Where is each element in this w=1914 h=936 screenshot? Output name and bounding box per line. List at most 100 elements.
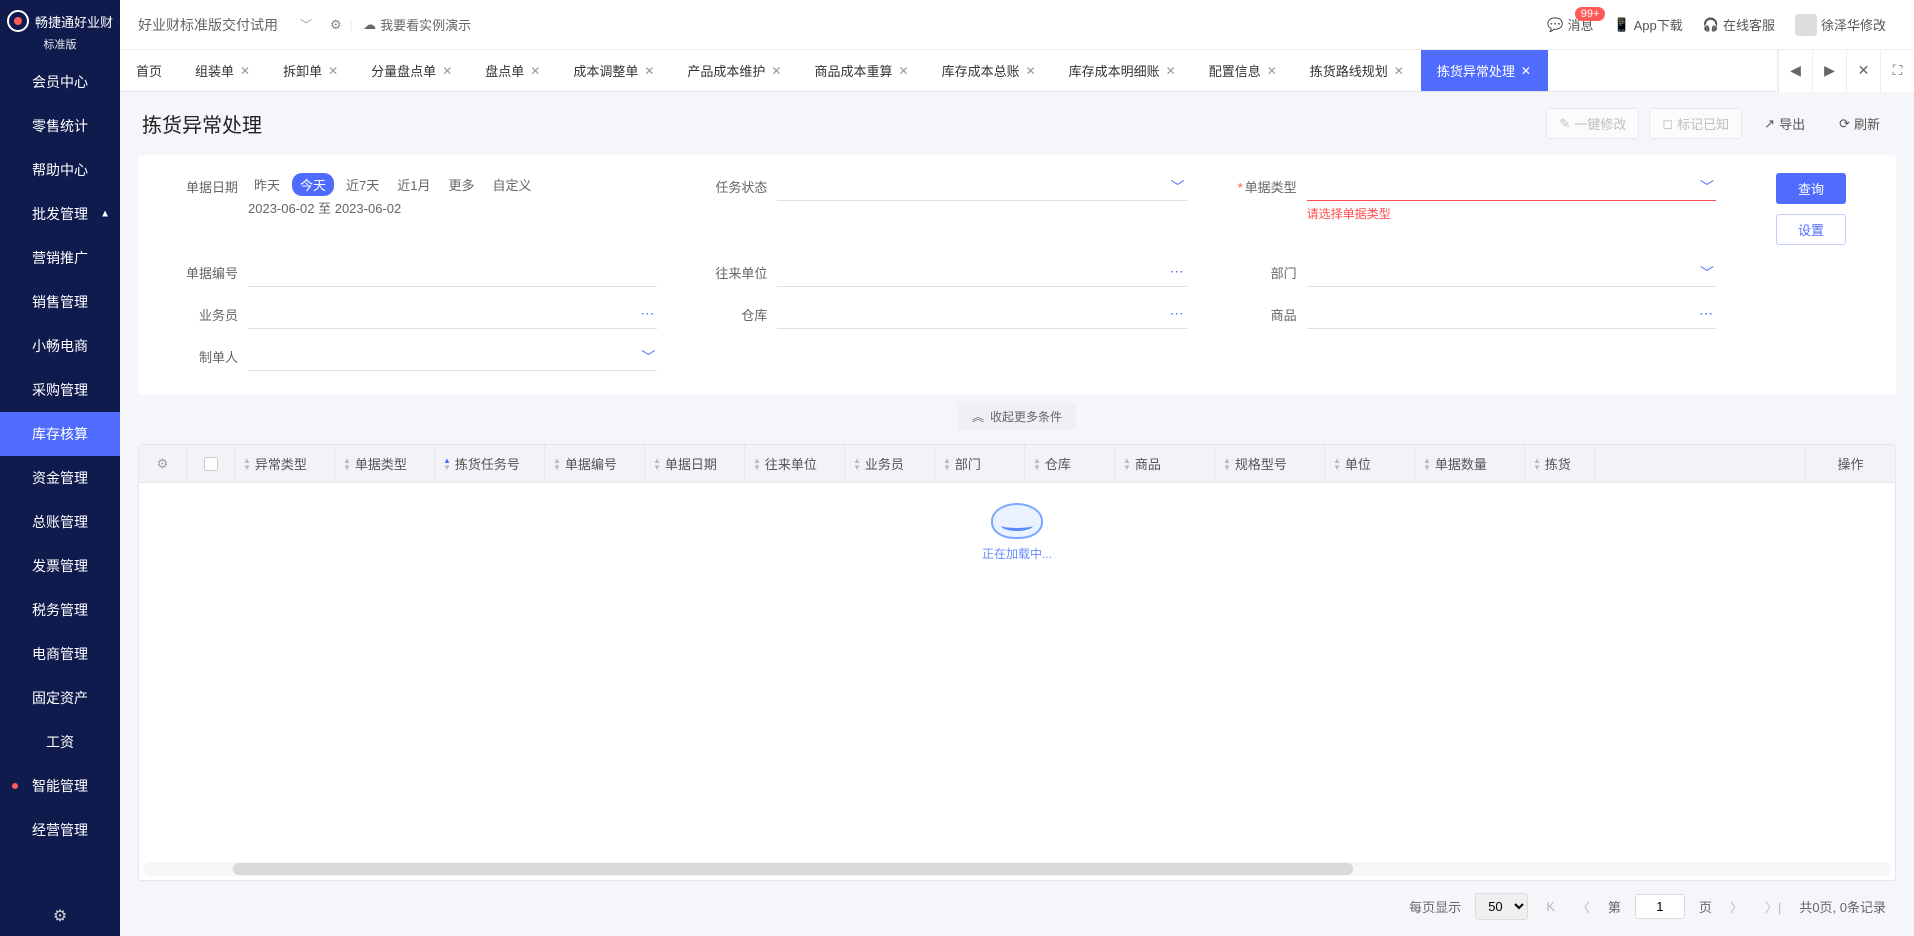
sidebar-item-8[interactable]: 库存核算: [0, 412, 120, 456]
partner-input[interactable]: [777, 259, 1186, 287]
setting-button[interactable]: 设置: [1776, 214, 1846, 245]
sidebar-item-10[interactable]: 总账管理: [0, 500, 120, 544]
user-menu[interactable]: 徐泽华修改: [1795, 14, 1886, 36]
column-header-2[interactable]: ▲▼拣货任务号: [435, 445, 545, 482]
tab-9[interactable]: 库存成本明细账✕: [1053, 50, 1193, 91]
messages[interactable]: 💬 消息 99+: [1547, 15, 1593, 34]
tab-4[interactable]: 盘点单✕: [469, 50, 557, 91]
date-option-5[interactable]: 自定义: [487, 173, 538, 196]
dept-select[interactable]: [1307, 259, 1716, 287]
page-prev[interactable]: 〈: [1573, 897, 1594, 916]
close-icon[interactable]: ✕: [1394, 64, 1404, 78]
close-icon[interactable]: ✕: [442, 64, 452, 78]
refresh-button[interactable]: ⟳刷新: [1827, 109, 1892, 138]
date-option-1[interactable]: 今天: [292, 173, 334, 196]
column-header-11[interactable]: ▲▼单位: [1325, 445, 1415, 482]
sidebar-settings[interactable]: ⚙: [0, 896, 120, 936]
tab-2[interactable]: 拆卸单✕: [267, 50, 355, 91]
page-first[interactable]: K: [1542, 899, 1559, 914]
creator-select[interactable]: [248, 343, 657, 371]
tab-5[interactable]: 成本调整单✕: [557, 50, 671, 91]
tabs-prev[interactable]: ◀: [1778, 50, 1812, 92]
sidebar-item-0[interactable]: 会员中心: [0, 60, 120, 104]
table-settings-icon[interactable]: ⚙: [139, 445, 187, 482]
doctype-select[interactable]: [1307, 173, 1716, 201]
batch-edit-button[interactable]: ✎一键修改: [1546, 108, 1639, 139]
tab-7[interactable]: 商品成本重算✕: [798, 50, 925, 91]
sidebar-item-6[interactable]: 小畅电商: [0, 324, 120, 368]
close-icon[interactable]: ✕: [240, 64, 250, 78]
tab-10[interactable]: 配置信息✕: [1193, 50, 1294, 91]
page-last[interactable]: 〉|: [1761, 897, 1785, 916]
date-option-2[interactable]: 近7天: [340, 173, 385, 196]
tab-6[interactable]: 产品成本维护✕: [671, 50, 798, 91]
close-icon[interactable]: ✕: [530, 64, 540, 78]
warehouse-input[interactable]: [777, 301, 1186, 329]
tabs-fullscreen[interactable]: ⛶: [1880, 50, 1914, 92]
column-header-7[interactable]: ▲▼部门: [935, 445, 1025, 482]
date-option-4[interactable]: 更多: [443, 173, 481, 196]
sidebar-item-11[interactable]: 发票管理: [0, 544, 120, 588]
column-header-3[interactable]: ▲▼单据编号: [545, 445, 645, 482]
tab-0[interactable]: 首页: [120, 50, 179, 91]
sidebar-item-13[interactable]: 电商管理: [0, 632, 120, 676]
sidebar-item-16[interactable]: 智能管理: [0, 764, 120, 808]
mark-known-button[interactable]: ◻标记已知: [1649, 108, 1742, 139]
operator-input[interactable]: [248, 301, 657, 329]
column-header-6[interactable]: ▲▼业务员: [845, 445, 935, 482]
close-icon[interactable]: ✕: [1521, 64, 1531, 78]
chevron-down-icon[interactable]: ﹀: [300, 16, 312, 33]
column-header-1[interactable]: ▲▼单据类型: [335, 445, 435, 482]
column-header-13[interactable]: ▲▼拣货: [1525, 445, 1595, 482]
column-header-4[interactable]: ▲▼单据日期: [645, 445, 745, 482]
sidebar-item-1[interactable]: 零售统计: [0, 104, 120, 148]
close-icon[interactable]: ✕: [1026, 64, 1036, 78]
sidebar-item-14[interactable]: 固定资产: [0, 676, 120, 720]
page-input[interactable]: [1635, 894, 1685, 919]
sidebar-item-17[interactable]: 经营管理: [0, 808, 120, 852]
close-icon[interactable]: ✕: [644, 64, 654, 78]
tabs-close-all[interactable]: ✕: [1846, 50, 1880, 92]
column-header-5[interactable]: ▲▼往来单位: [745, 445, 845, 482]
tab-12[interactable]: 拣货异常处理✕: [1421, 50, 1548, 91]
export-button[interactable]: ↗导出: [1752, 109, 1817, 138]
sidebar-item-2[interactable]: 帮助中心: [0, 148, 120, 192]
column-header-10[interactable]: ▲▼规格型号: [1215, 445, 1325, 482]
tab-8[interactable]: 库存成本总账✕: [926, 50, 1053, 91]
date-option-3[interactable]: 近1月: [391, 173, 436, 196]
query-button[interactable]: 查询: [1776, 173, 1846, 204]
column-header-8[interactable]: ▲▼仓库: [1025, 445, 1115, 482]
sidebar-item-3[interactable]: 批发管理▲: [0, 192, 120, 236]
close-icon[interactable]: ✕: [1267, 64, 1277, 78]
sidebar-item-7[interactable]: 采购管理: [0, 368, 120, 412]
page-next[interactable]: 〉: [1726, 897, 1747, 916]
per-page-select[interactable]: 50: [1475, 893, 1528, 920]
tabs-next[interactable]: ▶: [1812, 50, 1846, 92]
product-input[interactable]: [1307, 301, 1716, 329]
close-icon[interactable]: ✕: [1166, 64, 1176, 78]
settings-icon[interactable]: ⚙: [330, 17, 342, 33]
online-service[interactable]: 🎧 在线客服: [1703, 15, 1775, 34]
collapse-filters-button[interactable]: ︽ 收起更多条件: [958, 403, 1076, 430]
column-header-12[interactable]: ▲▼单据数量: [1415, 445, 1525, 482]
status-select[interactable]: [777, 173, 1186, 201]
demo-link[interactable]: ☁ 我要看实例演示: [363, 15, 471, 34]
sidebar-item-4[interactable]: 营销推广: [0, 236, 120, 280]
column-header-9[interactable]: ▲▼商品: [1115, 445, 1215, 482]
sidebar-item-15[interactable]: 工资: [0, 720, 120, 764]
close-icon[interactable]: ✕: [328, 64, 338, 78]
horizontal-scrollbar[interactable]: [143, 862, 1891, 876]
docno-input[interactable]: [248, 259, 657, 287]
column-header-0[interactable]: ▲▼异常类型: [235, 445, 335, 482]
tab-1[interactable]: 组装单✕: [179, 50, 267, 91]
close-icon[interactable]: ✕: [899, 64, 909, 78]
sidebar-item-9[interactable]: 资金管理: [0, 456, 120, 500]
app-download[interactable]: 📱 App下载: [1613, 15, 1682, 34]
tab-3[interactable]: 分量盘点单✕: [355, 50, 469, 91]
close-icon[interactable]: ✕: [771, 64, 781, 78]
date-option-0[interactable]: 昨天: [248, 173, 286, 196]
sidebar-item-12[interactable]: 税务管理: [0, 588, 120, 632]
tab-11[interactable]: 拣货路线规划✕: [1294, 50, 1421, 91]
select-all-checkbox[interactable]: [187, 445, 235, 482]
sidebar-item-5[interactable]: 销售管理: [0, 280, 120, 324]
